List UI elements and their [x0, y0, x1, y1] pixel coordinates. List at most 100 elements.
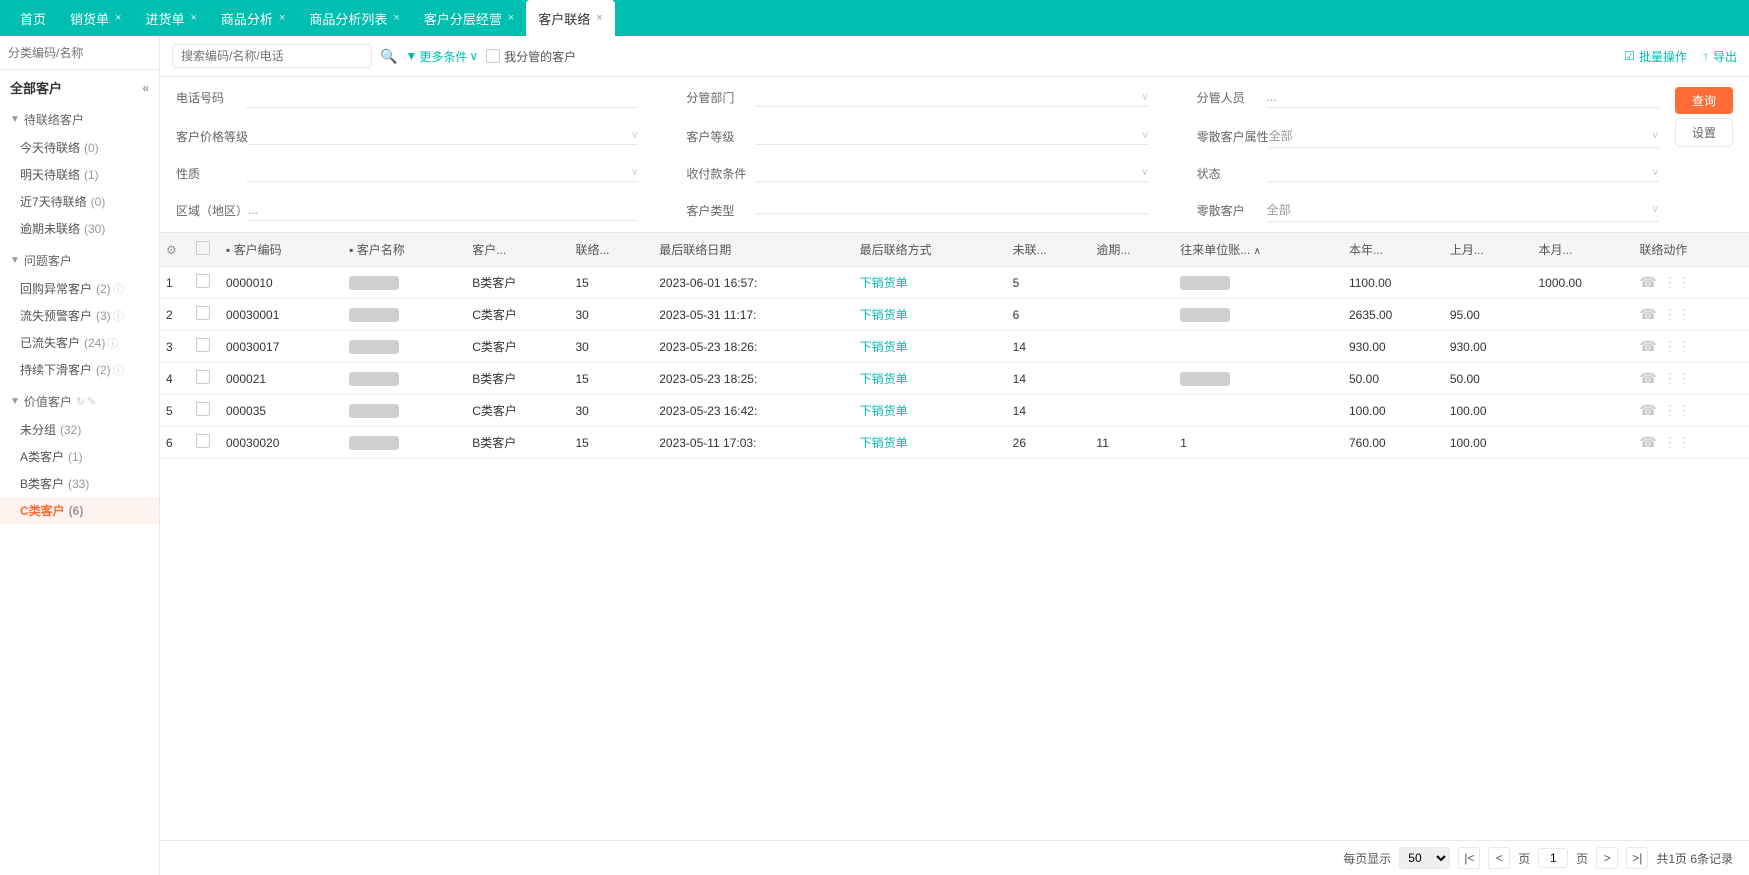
value-edit-icon[interactable]: ✎ [87, 395, 96, 408]
search-btn[interactable]: 🔍 [380, 48, 397, 65]
more-conditions-btn[interactable]: ▼ 更多条件 ∨ [405, 48, 478, 65]
td-last-contact-method[interactable]: 下销货单 [854, 395, 1007, 427]
sidebar-item-b-class[interactable]: B类客户 (33) [0, 470, 159, 497]
select-all-checkbox[interactable] [196, 241, 210, 255]
value-group-title[interactable]: ▼ 价值客户 ↻ ✎ [0, 387, 159, 416]
more-action-icon[interactable]: ⋮⋮ [1663, 306, 1691, 323]
batch-ops-btn[interactable]: ☑ 批量操作 [1624, 48, 1687, 65]
sidebar-item-repurchase-abnormal[interactable]: 回购异常客户 (2) ⓘ [0, 275, 159, 302]
td-last-contact-method[interactable]: 下销货单 [854, 299, 1007, 331]
contact-method-link[interactable]: 下销货单 [860, 436, 908, 450]
td-last-contact-method[interactable]: 下销货单 [854, 267, 1007, 299]
nav-customer-tier-close[interactable]: × [508, 12, 514, 24]
more-action-icon[interactable]: ⋮⋮ [1663, 274, 1691, 291]
contact-method-link[interactable]: 下销货单 [860, 372, 908, 386]
nav-sales-close[interactable]: × [115, 12, 121, 24]
value-refresh-icon[interactable]: ↻ [76, 395, 85, 408]
nav-home[interactable]: 首页 [8, 0, 58, 36]
nav-product-list[interactable]: 商品分析列表 × [297, 0, 411, 36]
contact-method-link[interactable]: 下销货单 [860, 404, 908, 418]
pending-group-title[interactable]: ▼ 待联络客户 [0, 105, 159, 134]
page-input[interactable] [1538, 848, 1568, 868]
manager-dropdown[interactable]: ... [1267, 87, 1659, 108]
sidebar-item-a-class[interactable]: A类客户 (1) [0, 443, 159, 470]
all-customers-title[interactable]: 全部客户 « [0, 70, 159, 105]
status-dropdown[interactable]: ∨ [1267, 164, 1659, 182]
nav-customer-contact[interactable]: 客户联络 × [526, 0, 614, 36]
sidebar-item-ungroup[interactable]: 未分组 (32) [0, 416, 159, 443]
sidebar-item-today[interactable]: 今天待联络 (0) [0, 134, 159, 161]
my-customers-check[interactable]: 我分管的客户 [486, 48, 576, 65]
contact-icon[interactable]: ☎ [1639, 434, 1656, 451]
row-checkbox[interactable] [196, 370, 210, 384]
sidebar-item-c-class[interactable]: C类客户 (6) [0, 497, 159, 524]
contact-method-link[interactable]: 下销货单 [860, 276, 908, 290]
row-checkbox[interactable] [196, 306, 210, 320]
query-button[interactable]: 查询 [1675, 87, 1733, 114]
sidebar-item-overdue[interactable]: 逾期未联络 (30) [0, 215, 159, 242]
contact-method-link[interactable]: 下销货单 [860, 308, 908, 322]
customer-level-dropdown[interactable]: ∨ [756, 127, 1148, 145]
td-last-contact-method[interactable]: 下销货单 [854, 331, 1007, 363]
set-button[interactable]: 设置 [1675, 118, 1733, 147]
problem-group-title[interactable]: ▼ 问题客户 [0, 246, 159, 275]
contact-icon[interactable]: ☎ [1639, 274, 1656, 291]
per-page-select[interactable]: 50 100 200 [1399, 847, 1450, 869]
td-check[interactable] [190, 331, 220, 363]
contact-icon[interactable]: ☎ [1639, 402, 1656, 419]
sidebar-item-7days[interactable]: 近7天待联络 (0) [0, 188, 159, 215]
first-page-btn[interactable]: |< [1458, 847, 1480, 869]
export-btn[interactable]: ↑ 导出 [1703, 48, 1737, 65]
nav-purchase-close[interactable]: × [190, 12, 196, 24]
phone-input[interactable] [246, 87, 638, 108]
collapse-icon[interactable]: « [142, 81, 149, 95]
region-dropdown[interactable]: ... [248, 200, 638, 221]
sidebar-search-input[interactable] [8, 46, 160, 60]
row-checkbox[interactable] [196, 338, 210, 352]
prev-page-btn[interactable]: < [1488, 847, 1510, 869]
nav-sales[interactable]: 销货单 × [58, 0, 133, 36]
td-contact: 30 [569, 395, 653, 427]
customer-type-dropdown[interactable] [756, 207, 1148, 214]
sidebar-item-tomorrow[interactable]: 明天待联络 (1) [0, 161, 159, 188]
more-action-icon[interactable]: ⋮⋮ [1663, 338, 1691, 355]
nav-product-analysis-close[interactable]: × [279, 12, 285, 24]
td-check[interactable] [190, 267, 220, 299]
more-action-icon[interactable]: ⋮⋮ [1663, 402, 1691, 419]
td-check[interactable] [190, 299, 220, 331]
td-check[interactable] [190, 427, 220, 459]
more-action-icon[interactable]: ⋮⋮ [1663, 434, 1691, 451]
payment-dropdown[interactable]: ∨ [756, 164, 1148, 182]
nature-dropdown[interactable]: ∨ [246, 164, 638, 182]
sidebar-item-churned[interactable]: 已流失客户 (24) ⓘ [0, 329, 159, 356]
nav-product-analysis[interactable]: 商品分析 × [209, 0, 297, 36]
row-checkbox[interactable] [196, 274, 210, 288]
contact-icon[interactable]: ☎ [1639, 306, 1656, 323]
nav-customer-tier[interactable]: 客户分层经营 × [412, 0, 526, 36]
row-checkbox[interactable] [196, 402, 210, 416]
nav-purchase[interactable]: 进货单 × [133, 0, 208, 36]
td-check[interactable] [190, 395, 220, 427]
search-input[interactable] [172, 44, 372, 68]
next-page-btn[interactable]: > [1596, 847, 1618, 869]
contact-icon[interactable]: ☎ [1639, 338, 1656, 355]
td-last-contact-method[interactable]: 下销货单 [854, 427, 1007, 459]
sidebar-item-declining[interactable]: 持续下滑客户 (2) ⓘ [0, 356, 159, 383]
td-last-contact-method[interactable]: 下销货单 [854, 363, 1007, 395]
last-page-btn[interactable]: >| [1626, 847, 1648, 869]
nav-customer-contact-close[interactable]: × [596, 12, 602, 24]
contact-icon[interactable]: ☎ [1639, 370, 1656, 387]
row-checkbox[interactable] [196, 434, 210, 448]
sidebar-item-churn-warning[interactable]: 流失预警客户 (3) ⓘ [0, 302, 159, 329]
contact-method-link[interactable]: 下销货单 [860, 340, 908, 354]
more-action-icon[interactable]: ⋮⋮ [1663, 370, 1691, 387]
my-customers-checkbox[interactable] [486, 49, 500, 63]
settings-icon[interactable]: ⚙ [166, 243, 177, 257]
dept-dropdown[interactable]: ∨ [756, 89, 1148, 107]
nav-product-list-close[interactable]: × [393, 12, 399, 24]
td-type: C类客户 [466, 299, 569, 331]
price-level-dropdown[interactable]: ∨ [248, 127, 638, 145]
retail-customer-dropdown[interactable]: 全部 ∨ [1267, 198, 1659, 222]
td-check[interactable] [190, 363, 220, 395]
retail-attr-dropdown[interactable]: 全部 ∨ [1269, 124, 1659, 148]
